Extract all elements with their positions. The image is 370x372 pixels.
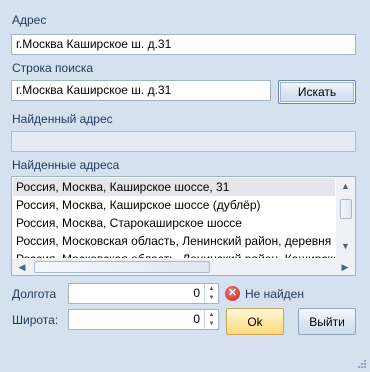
ok-button[interactable]: Ok	[226, 308, 284, 335]
resize-grip-icon[interactable]	[355, 357, 367, 369]
horizontal-scrollbar[interactable]: ◀ ▶	[12, 259, 355, 275]
error-icon: ✕	[225, 286, 240, 301]
latitude-field[interactable]: 0 ▲ ▼	[68, 309, 219, 330]
list-item[interactable]: Россия, Москва, Старокаширское шоссе	[13, 214, 335, 232]
longitude-field[interactable]: 0 ▲ ▼	[68, 283, 219, 304]
latitude-value: 0	[193, 312, 200, 326]
spin-down-icon[interactable]: ▼	[205, 294, 218, 304]
vertical-scrollbar[interactable]: ▲ ▼	[336, 177, 355, 259]
longitude-value: 0	[193, 286, 200, 300]
scroll-up-icon[interactable]: ▲	[336, 179, 355, 193]
search-label: Строка поиска	[12, 61, 94, 75]
search-input[interactable]: г.Москва Каширское ш. д.31	[11, 80, 271, 101]
horizontal-scroll-thumb[interactable]	[34, 261, 210, 273]
latitude-spinner[interactable]: ▲ ▼	[204, 310, 218, 329]
vertical-scroll-thumb[interactable]	[340, 199, 352, 219]
exit-button[interactable]: Выйти	[298, 308, 356, 335]
address-field[interactable]: г.Москва Каширское ш. д.31	[11, 34, 356, 55]
spin-down-icon[interactable]: ▼	[205, 320, 218, 330]
addresses-list[interactable]: Россия, Москва, Каширское шоссе, 31 Росси…	[11, 176, 356, 276]
status-text: Не найден	[245, 287, 304, 301]
spin-up-icon[interactable]: ▲	[205, 284, 218, 294]
found-addresses-label: Найденные адреса	[12, 158, 120, 172]
scroll-down-icon[interactable]: ▼	[336, 239, 355, 253]
list-item[interactable]: Россия, Московская область, Ленинский ра…	[13, 250, 335, 258]
scroll-left-icon[interactable]: ◀	[15, 260, 29, 274]
longitude-label: Долгота	[12, 287, 57, 301]
search-button[interactable]: Искать	[278, 80, 356, 104]
longitude-spinner[interactable]: ▲ ▼	[204, 284, 218, 303]
list-item[interactable]: Россия, Москва, Каширское шоссе (дублёр)	[13, 196, 335, 214]
spin-up-icon[interactable]: ▲	[205, 310, 218, 320]
list-item[interactable]: Россия, Москва, Каширское шоссе, 31	[13, 178, 335, 196]
list-item[interactable]: Россия, Московская область, Ленинский ра…	[13, 232, 335, 250]
found-address-label: Найденный адрес	[12, 112, 113, 126]
found-address-field	[11, 131, 356, 152]
address-label: Адрес	[12, 13, 47, 27]
scroll-right-icon[interactable]: ▶	[338, 260, 352, 274]
latitude-label: Широта:	[12, 313, 59, 327]
